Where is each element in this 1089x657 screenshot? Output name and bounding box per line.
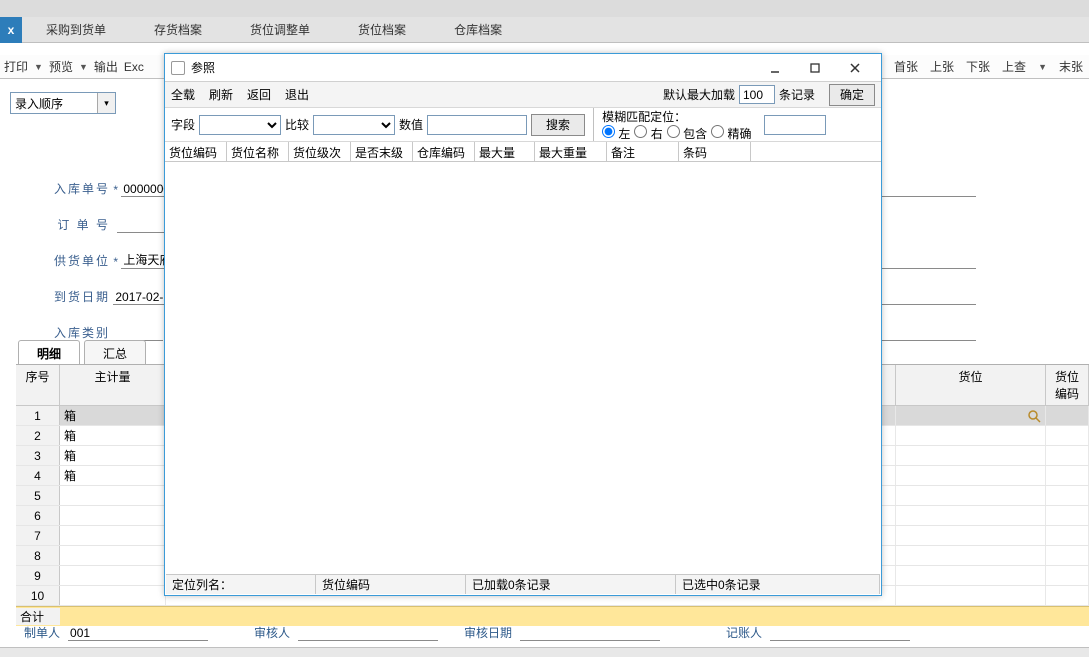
search-icon[interactable] xyxy=(1027,409,1041,423)
dialog-filter: 字段 比较 数值 搜索 模糊匹配定位： 左 右 包含 精确 xyxy=(165,108,881,142)
right-field-2[interactable] xyxy=(876,247,976,269)
tab-detail[interactable]: 明细 xyxy=(18,340,80,366)
tab-arrival[interactable]: 采购到货单 xyxy=(22,17,130,43)
tab-summary[interactable]: 汇总 xyxy=(84,340,146,366)
first-button[interactable]: 首张 xyxy=(892,58,920,75)
compare-label: 比较 xyxy=(285,116,309,133)
back-button[interactable]: 返回 xyxy=(247,86,271,103)
last-button[interactable]: 末张 xyxy=(1057,58,1085,75)
right-fields xyxy=(876,175,976,355)
book-value[interactable] xyxy=(770,640,910,641)
creator-value[interactable]: 001 xyxy=(68,626,208,641)
compare-select[interactable] xyxy=(313,115,395,135)
right-field-3[interactable] xyxy=(876,283,976,305)
statusbar xyxy=(0,647,1089,657)
top-tabs: x 采购到货单 存货档案 货位调整单 货位档案 仓库档案 xyxy=(0,17,1089,43)
radio-left[interactable]: 左 xyxy=(602,125,630,142)
preview-button[interactable]: 预览 xyxy=(47,58,75,75)
type-label: 入库类别 xyxy=(50,324,110,341)
maximize-button[interactable] xyxy=(795,56,835,80)
next-button[interactable]: 下张 xyxy=(964,58,992,75)
chevron-down-icon[interactable]: ▾ xyxy=(97,93,115,113)
ok-button[interactable]: 确定 xyxy=(829,84,875,106)
dcol-8: 条码 xyxy=(679,142,751,161)
audit-date-label: 审核日期 xyxy=(464,624,512,641)
dialog-titlebar: 参照 xyxy=(165,54,881,82)
dcol-7: 备注 xyxy=(607,142,679,161)
dcol-4: 仓库编码 xyxy=(413,142,475,161)
arrive-label: 到货日期 xyxy=(50,288,110,305)
order-label: 订 单 号 xyxy=(50,216,110,233)
dialog-status: 定位列名： 货位编码 已加载0条记录 已选中0条记录 xyxy=(166,574,880,594)
load-all-button[interactable]: 全载 xyxy=(171,86,195,103)
right-field-4[interactable] xyxy=(876,319,976,341)
reference-dialog: 参照 全载 刷新 返回 退出 默认最大加载 条记录 确定 字段 比较 数值 搜索… xyxy=(164,53,882,596)
sort-input[interactable] xyxy=(11,93,97,113)
tab-warehouse[interactable]: 仓库档案 xyxy=(430,17,526,43)
tab-location[interactable]: 货位档案 xyxy=(334,17,430,43)
close-button[interactable] xyxy=(835,56,875,80)
col-unit: 主计量 xyxy=(60,365,166,405)
field-select[interactable] xyxy=(199,115,281,135)
dialog-grid-header: 货位编码 货位名称 货位级次 是否末级 仓库编码 最大量 最大重量 备注 条码 xyxy=(165,142,881,162)
dialog-grid-body xyxy=(166,164,880,573)
radio-exact[interactable]: 精确 xyxy=(711,125,751,142)
search-button[interactable]: 搜索 xyxy=(531,114,585,136)
export-button[interactable]: 输出 xyxy=(92,58,120,75)
fuzzy-label: 模糊匹配定位： xyxy=(602,108,751,125)
default-max-label: 默认最大加载 xyxy=(663,86,735,103)
dcol-1: 货位名称 xyxy=(227,142,289,161)
tab-adjust[interactable]: 货位调整单 xyxy=(226,17,334,43)
loaded-status: 已加载0条记录 xyxy=(472,576,551,593)
dcol-0: 货位编码 xyxy=(165,142,227,161)
auditor-label: 审核人 xyxy=(254,624,290,641)
tab-inventory[interactable]: 存货档案 xyxy=(130,17,226,43)
radio-contain[interactable]: 包含 xyxy=(667,125,707,142)
audit-date-value[interactable] xyxy=(520,640,660,641)
excel-button[interactable]: Exc xyxy=(122,60,146,74)
selected-status: 已选中0条记录 xyxy=(682,576,761,593)
footer: 制单人 001 审核人 审核日期 记账人 xyxy=(24,624,1079,641)
creator-label: 制单人 xyxy=(24,624,60,641)
total-label: 合计 xyxy=(16,608,60,625)
col-huowei-code: 货位编码 xyxy=(1046,365,1089,405)
value-input[interactable] xyxy=(427,115,527,135)
sort-combo[interactable]: ▾ xyxy=(10,92,116,114)
col-huowei: 货位 xyxy=(896,365,1046,405)
refresh-button[interactable]: 刷新 xyxy=(209,86,233,103)
records-label: 条记录 xyxy=(779,86,815,103)
upquery-button[interactable]: 上查 xyxy=(1000,58,1028,75)
field-label: 字段 xyxy=(171,116,195,133)
locate-input[interactable] xyxy=(764,115,826,135)
colname-label: 定位列名： xyxy=(172,576,232,593)
dcol-3: 是否末级 xyxy=(351,142,413,161)
print-button[interactable]: 打印 xyxy=(2,58,30,75)
sort-order: ▾ xyxy=(10,92,116,114)
dialog-menu: 全载 刷新 返回 退出 默认最大加载 条记录 确定 xyxy=(165,82,881,108)
dcol-5: 最大量 xyxy=(475,142,535,161)
ruku-label: 入库单号 xyxy=(50,180,110,197)
close-x[interactable]: x xyxy=(0,17,22,43)
value-label: 数值 xyxy=(399,116,423,133)
right-field-1[interactable] xyxy=(876,175,976,197)
auditor-value[interactable] xyxy=(298,640,438,641)
max-load-input[interactable] xyxy=(739,85,775,104)
book-label: 记账人 xyxy=(726,624,762,641)
colname-value: 货位编码 xyxy=(322,576,370,593)
window-icon xyxy=(171,61,185,75)
prev-button[interactable]: 上张 xyxy=(928,58,956,75)
radio-right[interactable]: 右 xyxy=(634,125,662,142)
supplier-label: 供货单位 xyxy=(50,252,110,269)
col-seq: 序号 xyxy=(16,365,60,405)
minimize-button[interactable] xyxy=(755,56,795,80)
dcol-2: 货位级次 xyxy=(289,142,351,161)
detail-tabs: 明细 汇总 xyxy=(18,340,146,366)
exit-button[interactable]: 退出 xyxy=(285,86,309,103)
dialog-title: 参照 xyxy=(191,59,215,76)
dcol-6: 最大重量 xyxy=(535,142,607,161)
